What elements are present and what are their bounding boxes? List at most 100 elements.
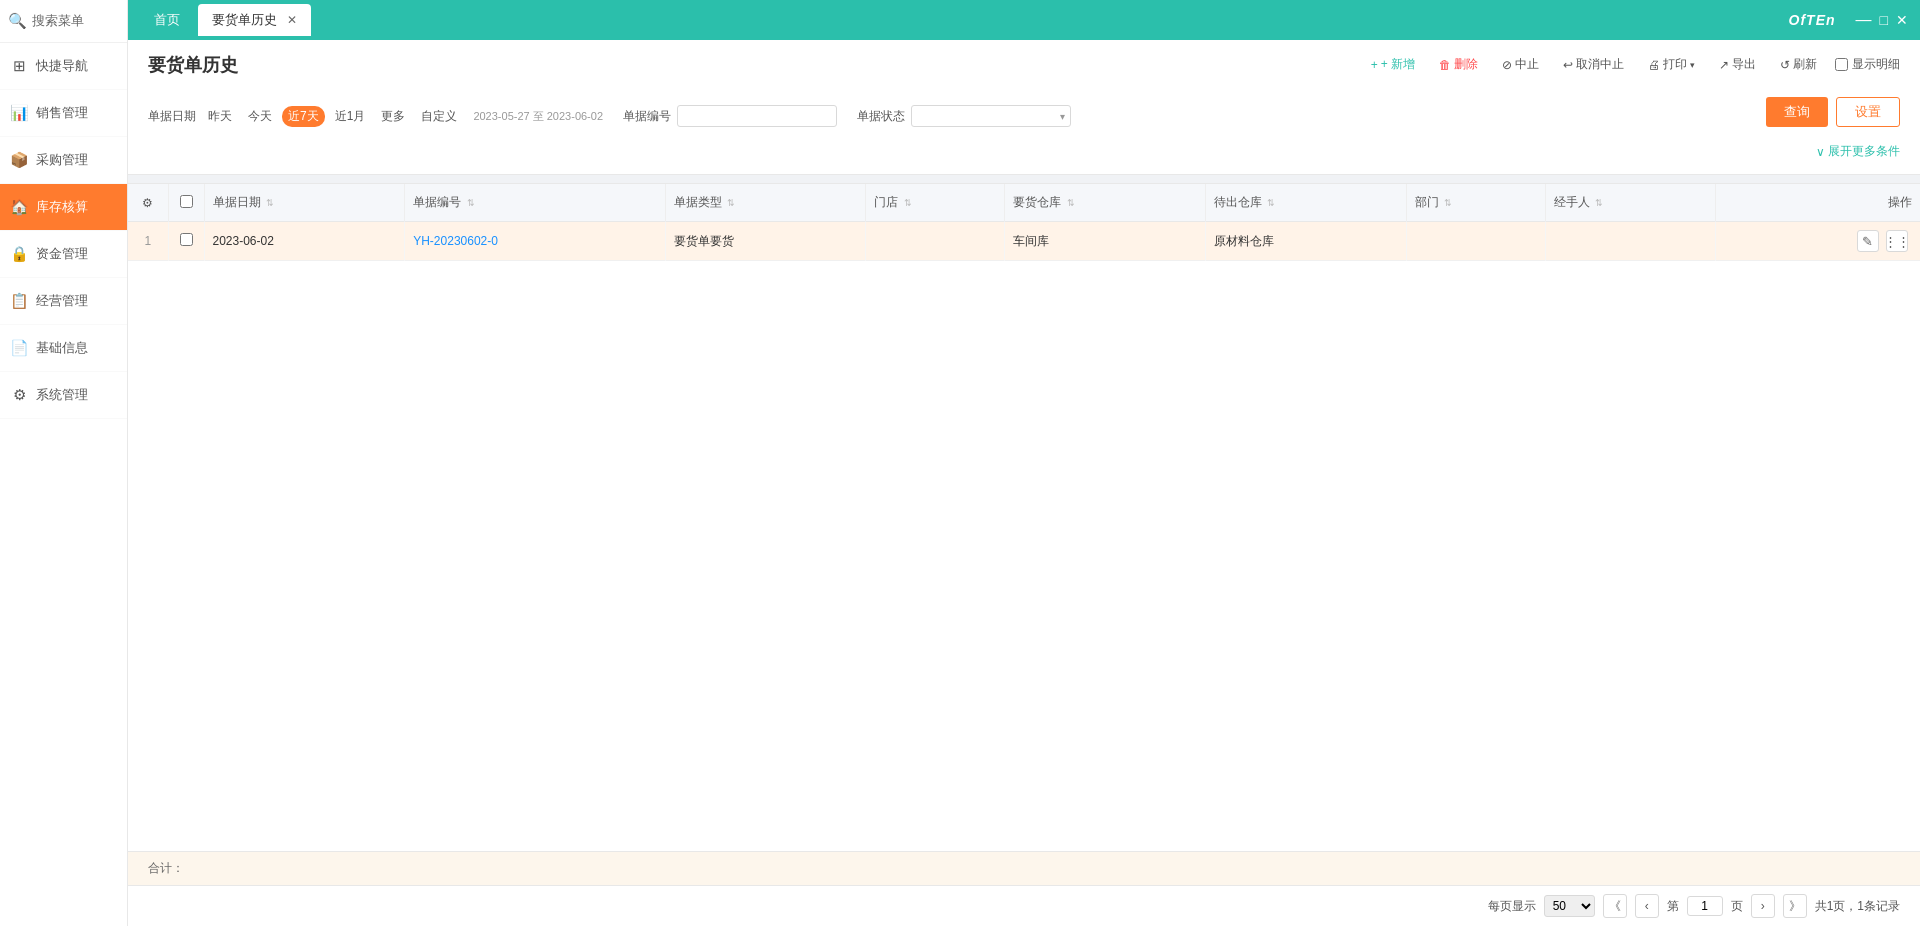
last-page-btn[interactable]: 》 (1783, 894, 1807, 918)
refresh-button[interactable]: ↺ 刷新 (1774, 52, 1823, 77)
search-menu[interactable]: 搜索菜单 (0, 0, 127, 43)
display-detail-label: 显示明细 (1852, 56, 1900, 73)
prev-page-btn[interactable]: ‹ (1635, 894, 1659, 918)
print-arrow-icon: ▾ (1690, 60, 1695, 70)
table-container: ⚙ 单据日期 ⇅ 单据编号 ⇅ (128, 183, 1920, 851)
settings-icon[interactable]: ⚙ (142, 196, 153, 210)
minimize-btn[interactable]: — (1856, 11, 1872, 29)
display-detail-checkbox[interactable] (1835, 58, 1848, 71)
col-type-header[interactable]: 单据类型 ⇅ (665, 184, 866, 222)
sidebar-item-label: 基础信息 (36, 339, 88, 357)
sidebar-item-system[interactable]: ⚙ 系统管理 (0, 372, 127, 419)
content-area: 要货单历史 + + 新增 🗑 删除 ⊘ 中止 ↩ (128, 40, 1920, 926)
sort-no-icon: ⇅ (467, 198, 475, 208)
search-menu-label: 搜索菜单 (32, 12, 84, 30)
current-page-input[interactable] (1687, 896, 1723, 916)
sort-store-icon: ⇅ (904, 198, 912, 208)
table-body: 1 2023-06-02 YH-20230602-0 要货单要货 车间库 原材料… (128, 222, 1920, 261)
sidebar-item-label: 资金管理 (36, 245, 88, 263)
toolbar: + + 新增 🗑 删除 ⊘ 中止 ↩ 取消中止 (1365, 52, 1900, 77)
maximize-btn[interactable]: □ (1880, 12, 1888, 28)
page-title: 要货单历史 (148, 53, 238, 77)
export-label: 导出 (1732, 56, 1756, 73)
tab-home-label: 首页 (154, 11, 180, 29)
tab-close-icon[interactable]: ✕ (287, 13, 297, 27)
table-footer: 合计： (128, 851, 1920, 885)
sort-type-icon: ⇅ (727, 198, 735, 208)
sidebar-item-finance[interactable]: 🔒 资金管理 (0, 231, 127, 278)
tab-requisition-history[interactable]: 要货单历史 ✕ (198, 4, 311, 36)
cancel-stop-button[interactable]: ↩ 取消中止 (1557, 52, 1630, 77)
logo-text: OfTEn (1789, 12, 1836, 28)
print-button[interactable]: 🖨 打印 ▾ (1642, 52, 1701, 77)
sort-date-icon: ⇅ (266, 198, 274, 208)
date-option-today[interactable]: 今天 (242, 106, 278, 127)
filter-row: 单据日期 昨天 今天 近7天 近1月 更多 自定义 2023-05-27 至 2… (148, 87, 1900, 143)
date-filter-label: 单据日期 (148, 108, 196, 125)
sidebar-item-ops[interactable]: 📋 经营管理 (0, 278, 127, 325)
cancel-stop-label: 取消中止 (1576, 56, 1624, 73)
row-checkbox[interactable] (180, 233, 193, 246)
col-action-header: 操作 (1715, 184, 1920, 222)
col-dept-header[interactable]: 部门 ⇅ (1406, 184, 1545, 222)
row-no-link[interactable]: YH-20230602-0 (413, 234, 498, 248)
col-no-header[interactable]: 单据编号 ⇅ (405, 184, 665, 222)
status-select[interactable] (911, 105, 1071, 127)
tab-requisition-label: 要货单历史 (212, 11, 277, 29)
order-no-input[interactable] (677, 105, 837, 127)
stop-icon: ⊘ (1502, 58, 1512, 72)
new-button[interactable]: + + 新增 (1365, 52, 1421, 77)
date-option-more[interactable]: 更多 (375, 106, 411, 127)
date-option-1month[interactable]: 近1月 (329, 106, 372, 127)
expand-more-btn[interactable]: ∨ 展开更多条件 (1816, 143, 1900, 168)
row-handler (1545, 222, 1715, 261)
row-more-btn[interactable]: ⋮⋮ (1886, 230, 1908, 252)
next-page-btn[interactable]: › (1751, 894, 1775, 918)
col-check (168, 184, 204, 222)
col-handler-header[interactable]: 经手人 ⇅ (1545, 184, 1715, 222)
col-pending-warehouse-header[interactable]: 待出仓库 ⇅ (1206, 184, 1407, 222)
sidebar-item-base[interactable]: 📄 基础信息 (0, 325, 127, 372)
delete-button[interactable]: 🗑 删除 (1433, 52, 1484, 77)
sidebar-item-inventory[interactable]: 🏠 库存核算 (0, 184, 127, 231)
col-date-header[interactable]: 单据日期 ⇅ (204, 184, 405, 222)
stop-button[interactable]: ⊘ 中止 (1496, 52, 1545, 77)
expand-more-icon: ∨ (1816, 145, 1825, 159)
col-req-warehouse-header[interactable]: 要货仓库 ⇅ (1005, 184, 1206, 222)
filter-date-group: 单据日期 昨天 今天 近7天 近1月 更多 自定义 2023-05-27 至 2… (148, 106, 603, 127)
print-label: 打印 (1663, 56, 1687, 73)
display-detail-toggle[interactable]: 显示明细 (1835, 56, 1900, 73)
tab-home[interactable]: 首页 (140, 4, 194, 36)
page-unit: 页 (1731, 898, 1743, 915)
sidebar-item-label: 销售管理 (36, 104, 88, 122)
setting-button[interactable]: 设置 (1836, 97, 1900, 127)
close-btn[interactable]: ✕ (1896, 12, 1908, 28)
sidebar-item-sales[interactable]: 📊 销售管理 (0, 90, 127, 137)
refresh-label: 刷新 (1793, 56, 1817, 73)
col-settings[interactable]: ⚙ (128, 184, 168, 222)
sidebar-item-quick-nav[interactable]: ⊞ 快捷导航 (0, 43, 127, 90)
row-edit-btn[interactable]: ✎ (1857, 230, 1879, 252)
table-row: 1 2023-06-02 YH-20230602-0 要货单要货 车间库 原材料… (128, 222, 1920, 261)
date-option-yesterday[interactable]: 昨天 (202, 106, 238, 127)
new-label: + 新增 (1381, 56, 1415, 73)
query-button[interactable]: 查询 (1766, 97, 1828, 127)
col-store-header[interactable]: 门店 ⇅ (866, 184, 1005, 222)
base-icon: 📄 (10, 339, 28, 357)
sidebar-item-purchase[interactable]: 📦 采购管理 (0, 137, 127, 184)
row-date: 2023-06-02 (204, 222, 405, 261)
check-all-checkbox[interactable] (180, 195, 193, 208)
status-select-wrap: ▾ (911, 105, 1071, 127)
page-size-select[interactable]: 50 20 100 (1544, 895, 1595, 917)
sidebar-item-label: 系统管理 (36, 386, 88, 404)
row-req-warehouse: 车间库 (1005, 222, 1206, 261)
date-option-custom[interactable]: 自定义 (415, 106, 463, 127)
sidebar: 搜索菜单 ⊞ 快捷导航 📊 销售管理 📦 采购管理 🏠 库存核算 🔒 资金管理 … (0, 0, 128, 926)
row-pending-warehouse: 原材料仓库 (1206, 222, 1407, 261)
date-option-7days[interactable]: 近7天 (282, 106, 325, 127)
first-page-btn[interactable]: 《 (1603, 894, 1627, 918)
inventory-icon: 🏠 (10, 198, 28, 216)
row-dept (1406, 222, 1545, 261)
sidebar-item-label: 经营管理 (36, 292, 88, 310)
export-button[interactable]: ↗ 导出 (1713, 52, 1762, 77)
